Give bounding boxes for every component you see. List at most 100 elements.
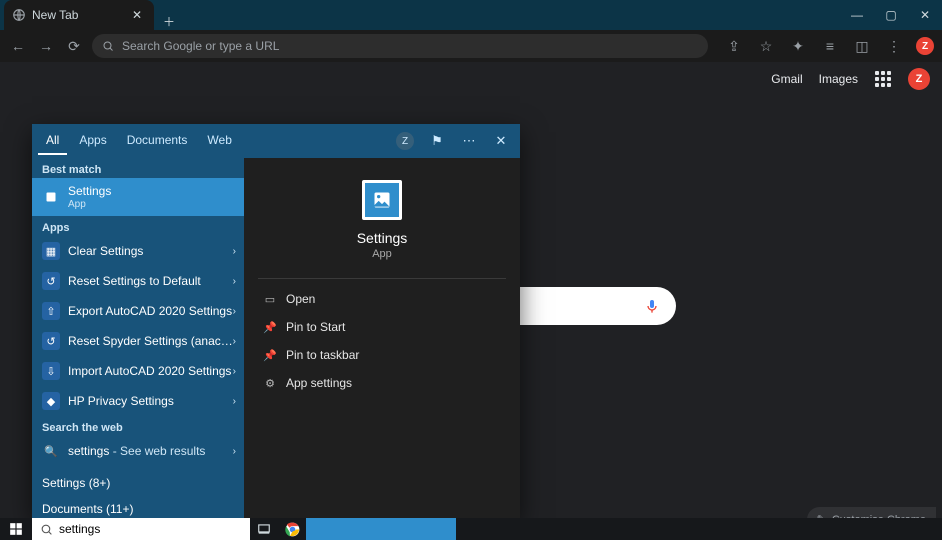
rewards-icon[interactable]: ⚑ (428, 132, 446, 150)
pin-icon: 📌 (262, 347, 278, 363)
active-task-indicator[interactable] (306, 518, 456, 540)
forward-button[interactable]: → (36, 36, 56, 56)
open-icon: ▭ (262, 291, 278, 307)
taskbar-search[interactable] (32, 518, 250, 540)
web-result-item[interactable]: 🔍 settings - See web results › (32, 436, 244, 466)
chevron-right-icon: › (233, 446, 236, 457)
chevron-right-icon: › (233, 366, 236, 377)
section-apps: Apps (32, 216, 244, 236)
omnibox[interactable]: Search Google or type a URL (92, 34, 708, 58)
start-filter-tabs: All Apps Documents Web More ▾ (32, 124, 244, 158)
app-result-label: Export AutoCAD 2020 Settings (68, 304, 234, 318)
chevron-right-icon: › (233, 276, 236, 287)
start-preview-pane: Z ⚑ ⋯ ✕ Settings App ▭Open 📌Pin to Start… (244, 124, 520, 518)
app-result-label: Clear Settings (68, 244, 234, 258)
maximize-button[interactable]: ▢ (874, 0, 908, 30)
app-result-item[interactable]: ▦ Clear Settings› (32, 236, 244, 266)
app-icon: ↺ (42, 332, 60, 350)
app-result-item[interactable]: ↺ Reset Spyder Settings (anaconda3)› (32, 326, 244, 356)
start-button[interactable] (0, 518, 32, 540)
new-tab-button[interactable]: ＋ (160, 12, 178, 30)
google-apps-icon[interactable] (874, 70, 892, 88)
taskbar (0, 518, 942, 540)
browser-tab[interactable]: New Tab ✕ (4, 0, 154, 30)
gmail-link[interactable]: Gmail (771, 72, 802, 86)
start-search-menu: All Apps Documents Web More ▾ Best match… (32, 124, 520, 518)
app-icon: ▦ (42, 242, 60, 260)
app-result-item[interactable]: ↺ Reset Settings to Default› (32, 266, 244, 296)
bookmark-icon[interactable]: ☆ (756, 36, 776, 56)
close-window-button[interactable]: ✕ (908, 0, 942, 30)
images-link[interactable]: Images (819, 72, 858, 86)
omnibox-placeholder: Search Google or type a URL (122, 39, 279, 53)
back-button[interactable]: ← (8, 36, 28, 56)
best-match-title: Settings App (68, 184, 234, 210)
globe-icon (12, 8, 26, 22)
chevron-right-icon: › (233, 306, 236, 317)
extensions-icon[interactable]: ✦ (788, 36, 808, 56)
start-top-controls: Z ⚑ ⋯ ✕ (244, 124, 520, 158)
chevron-right-icon: › (233, 246, 236, 257)
chrome-menu-button[interactable]: ⋮ (884, 36, 904, 56)
app-result-item[interactable]: ◆ HP Privacy Settings› (32, 386, 244, 416)
app-tile-icon (42, 188, 60, 206)
tab-all[interactable]: All (38, 127, 67, 155)
pin-icon: 📌 (262, 319, 278, 335)
user-avatar[interactable]: Z (396, 132, 414, 150)
app-icon: ⇩ (42, 362, 60, 380)
action-app-settings[interactable]: ⚙App settings (244, 369, 520, 397)
preview-kind: App (372, 248, 392, 260)
chevron-right-icon: › (233, 396, 236, 407)
chrome-taskbar-icon[interactable] (278, 518, 306, 540)
task-view-button[interactable] (250, 518, 278, 540)
browser-titlebar: New Tab ✕ ＋ — ▢ ✕ (0, 0, 942, 30)
action-pin-start[interactable]: 📌Pin to Start (244, 313, 520, 341)
app-icon: ◆ (42, 392, 60, 410)
gear-icon: ⚙ (262, 375, 278, 391)
close-start-button[interactable]: ✕ (492, 132, 510, 150)
taskbar-search-input[interactable] (59, 518, 242, 540)
app-result-item[interactable]: ⇩ Import AutoCAD 2020 Settings› (32, 356, 244, 386)
section-search-web: Search the web (32, 416, 244, 436)
start-results-pane: All Apps Documents Web More ▾ Best match… (32, 124, 244, 518)
reload-button[interactable]: ⟳ (64, 36, 84, 56)
preview-tile-icon (362, 180, 402, 220)
more-options-icon[interactable]: ⋯ (460, 132, 478, 150)
search-icon (102, 40, 114, 52)
preview-hero: Settings App (244, 158, 520, 274)
app-result-label: Import AutoCAD 2020 Settings (68, 364, 234, 378)
minimize-button[interactable]: — (840, 0, 874, 30)
app-result-label: Reset Settings to Default (68, 274, 234, 288)
action-open[interactable]: ▭Open (244, 285, 520, 313)
browser-toolbar: ← → ⟳ Search Google or type a URL ⇪ ☆ ✦ … (0, 30, 942, 62)
share-icon[interactable]: ⇪ (724, 36, 744, 56)
tab-title: New Tab (32, 8, 78, 22)
app-result-label: Reset Spyder Settings (anaconda3) (68, 334, 234, 348)
divider (258, 278, 506, 279)
app-result-item[interactable]: ⇧ Export AutoCAD 2020 Settings› (32, 296, 244, 326)
chevron-right-icon: › (233, 336, 236, 347)
tab-apps[interactable]: Apps (71, 127, 114, 155)
web-result-label: settings - See web results (68, 444, 234, 458)
side-panel-icon[interactable]: ◫ (852, 36, 872, 56)
profile-avatar[interactable]: Z (916, 37, 934, 55)
preview-actions: ▭Open 📌Pin to Start 📌Pin to taskbar ⚙App… (244, 285, 520, 397)
best-match-item[interactable]: Settings App (32, 178, 244, 216)
window-controls: — ▢ ✕ (840, 0, 942, 30)
action-pin-taskbar[interactable]: 📌Pin to taskbar (244, 341, 520, 369)
voice-search-icon[interactable] (644, 298, 660, 314)
app-result-label: HP Privacy Settings (68, 394, 234, 408)
search-icon (40, 523, 53, 536)
google-account-avatar[interactable]: Z (908, 68, 930, 90)
settings-count[interactable]: Settings (8+) (32, 466, 244, 496)
section-best-match: Best match (32, 158, 244, 178)
app-icon: ↺ (42, 272, 60, 290)
tab-web[interactable]: Web (199, 127, 239, 155)
close-tab-button[interactable]: ✕ (128, 6, 146, 24)
tab-documents[interactable]: Documents (119, 127, 196, 155)
preview-title: Settings (357, 230, 408, 246)
app-icon: ⇧ (42, 302, 60, 320)
taskbar-pinned (250, 518, 456, 540)
reading-list-icon[interactable]: ≡ (820, 36, 840, 56)
search-icon: 🔍 (42, 442, 60, 460)
